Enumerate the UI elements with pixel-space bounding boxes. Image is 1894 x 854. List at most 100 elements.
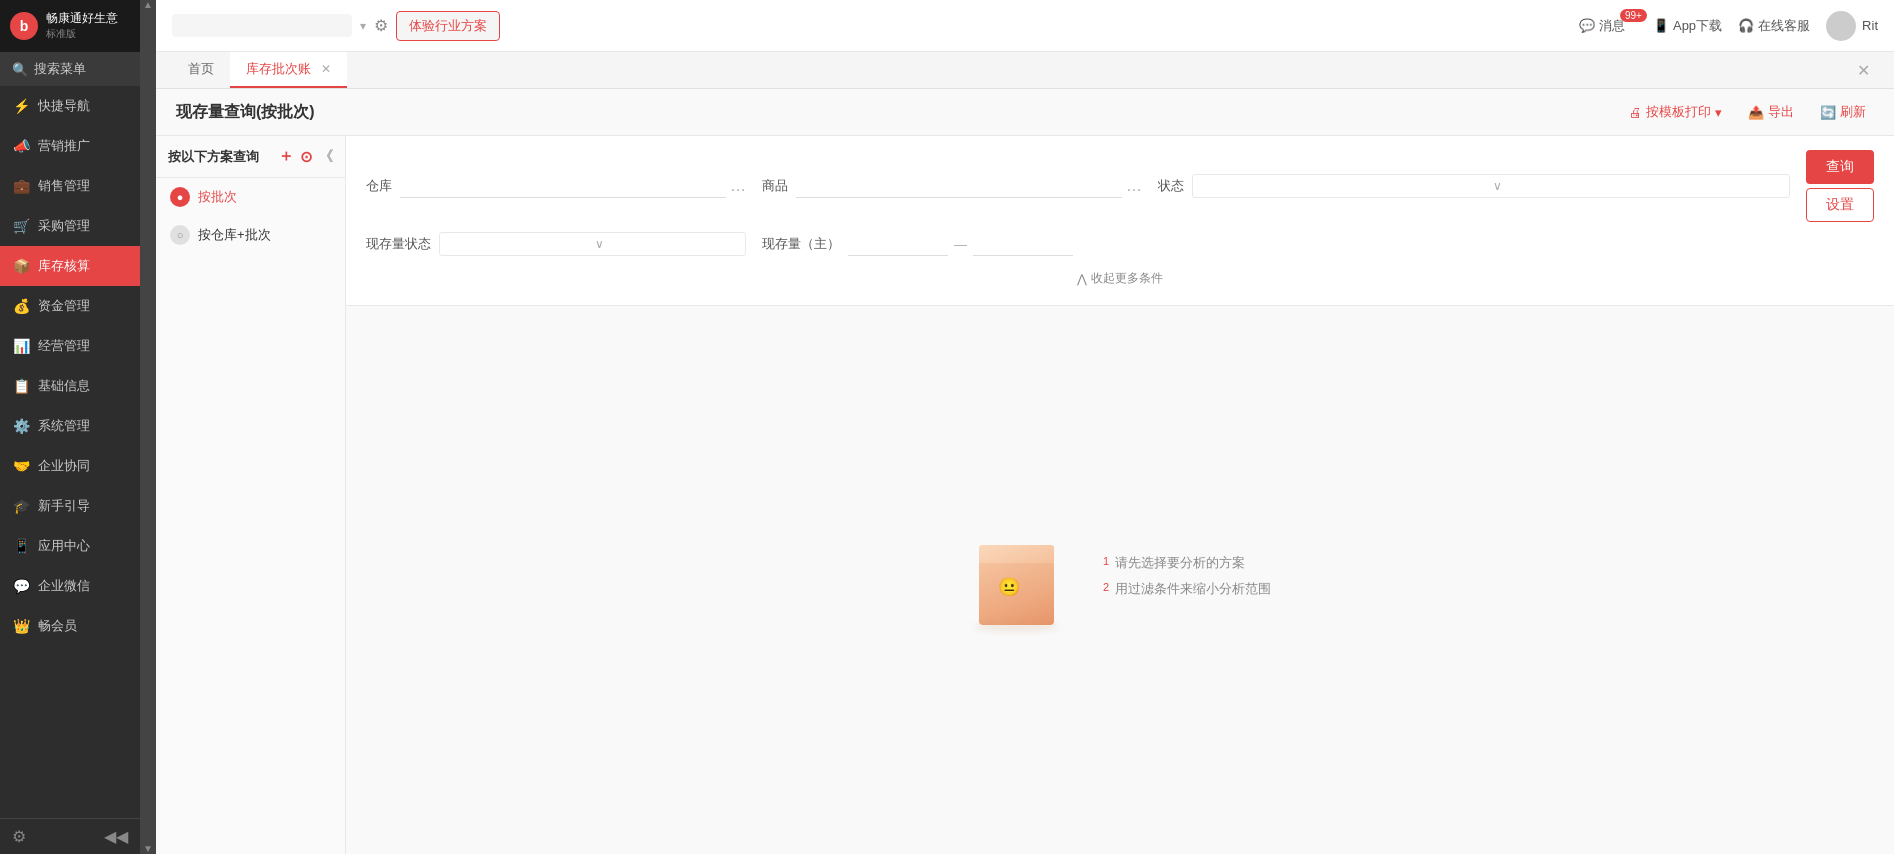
message-icon: 💬 [1579,18,1595,33]
topbar-search-box[interactable] [172,14,352,37]
solution-by-batch[interactable]: ● 按批次 [156,178,345,216]
messages-badge: 99+ [1620,9,1647,22]
newbie-icon: 🎓 [12,497,30,515]
app-download-label: App下载 [1673,17,1722,35]
scrollbar-up[interactable]: ▲ [143,0,153,10]
trial-button[interactable]: 体验行业方案 [396,11,500,41]
sidebar-item-member[interactable]: 👑 畅会员 [0,606,140,646]
solution-by-warehouse-batch-label: 按仓库+批次 [198,226,271,244]
collapse-sidebar-icon[interactable]: ◀◀ [104,827,128,846]
app-title: 畅康通好生意 [46,11,118,27]
app-logo: b [10,12,38,40]
filter-stock-main-group: 现存量（主） — [762,232,1142,256]
username-label: Rit [1862,18,1878,33]
product-filter-input[interactable] [796,174,1122,198]
main-content-wrapper: 现存量查询(按批次) 🖨 按模板打印 ▾ 📤 导出 🔄 刷新 [156,89,1894,854]
topbar-gear-icon[interactable]: ⚙ [374,16,388,35]
stock-main-from-input[interactable] [848,232,948,256]
sidebar-item-sales[interactable]: 💼 销售管理 [0,166,140,206]
sidebar-item-inventory-label: 库存核算 [38,257,90,275]
settings-button[interactable]: 设置 [1806,188,1874,222]
app-download-action[interactable]: 📱 App下载 [1653,17,1722,35]
warehouse-dots[interactable]: … [730,177,746,195]
sidebar-item-sales-label: 销售管理 [38,177,90,195]
sidebar-item-operations[interactable]: 📊 经营管理 [0,326,140,366]
tab-home-label: 首页 [188,60,214,78]
sidebar-footer: ⚙ ◀◀ [0,818,140,854]
topbar: ▾ ⚙ 体验行业方案 💬 消息 99+ 📱 App下载 🎧 在线客服 Rit [156,0,1894,52]
export-btn[interactable]: 📤 导出 [1740,99,1802,125]
solution-by-warehouse-batch[interactable]: ○ 按仓库+批次 [156,216,345,254]
sidebar-item-appstore[interactable]: 📱 应用中心 [0,526,140,566]
sidebar-item-wechat[interactable]: 💬 企业微信 [0,566,140,606]
sidebar-item-quick-nav[interactable]: ⚡ 快捷导航 [0,86,140,126]
sidebar-item-basic[interactable]: 📋 基础信息 [0,366,140,406]
tab-home[interactable]: 首页 [172,52,230,88]
operations-icon: 📊 [12,337,30,355]
user-profile-action[interactable]: Rit [1826,11,1878,41]
query-button[interactable]: 查询 [1806,150,1874,184]
print-dropdown-icon[interactable]: ▾ [1715,105,1722,120]
add-solution-icon[interactable]: ＋ [278,146,294,167]
sidebar-item-purchase[interactable]: 🛒 采购管理 [0,206,140,246]
stock-status-select[interactable]: ∨ [439,232,746,256]
sidebar-search[interactable]: 🔍 搜索菜单 [0,52,140,86]
status-filter-select[interactable]: ∨ [1192,174,1790,198]
topbar-left: ▾ ⚙ 体验行业方案 [172,11,1569,41]
sidebar-item-operations-label: 经营管理 [38,337,90,355]
basic-icon: 📋 [12,377,30,395]
online-service-label: 在线客服 [1758,17,1810,35]
sidebar-item-system[interactable]: ⚙️ 系统管理 [0,406,140,446]
settings-solution-icon[interactable]: ⊙ [300,148,313,166]
sidebar-scrollbar[interactable]: ▲ ▼ [140,0,156,854]
settings-footer-icon[interactable]: ⚙ [12,827,26,846]
export-icon: 📤 [1748,105,1764,120]
tab-inventory-batch[interactable]: 库存批次账 ✕ [230,52,347,88]
sidebar-search-label: 搜索菜单 [34,60,86,78]
sidebar-item-inventory[interactable]: 📦 库存核算 [0,246,140,286]
purchase-icon: 🛒 [12,217,30,235]
filter-warehouse-group: 仓库 … [366,174,746,198]
topbar-dropdown-icon[interactable]: ▾ [360,19,366,33]
collapse-label: 收起更多条件 [1091,270,1163,287]
empty-text: 1 请先选择要分析的方案 2 用过滤条件来缩小分析范围 [1103,554,1271,606]
empty-hint-2: 2 用过滤条件来缩小分析范围 [1103,580,1271,598]
online-service-action[interactable]: 🎧 在线客服 [1738,17,1810,35]
collapse-more-btn[interactable]: ⋀ 收起更多条件 [366,266,1874,291]
sidebar-item-purchase-label: 采购管理 [38,217,90,235]
collapse-left-panel-icon[interactable]: 《 [319,148,333,166]
filter-stock-status-group: 现存量状态 ∨ [366,232,746,256]
tab-close-icon[interactable]: ✕ [321,62,331,76]
sidebar-item-basic-label: 基础信息 [38,377,90,395]
warehouse-filter-input[interactable] [400,174,726,198]
refresh-btn[interactable]: 🔄 刷新 [1812,99,1874,125]
product-dots[interactable]: … [1126,177,1142,195]
hint2-num: 2 [1103,581,1109,593]
product-filter-label: 商品 [762,177,788,195]
stock-main-to-input[interactable] [973,232,1073,256]
warehouse-filter-label: 仓库 [366,177,392,195]
topbar-search-input[interactable] [182,18,302,33]
finance-icon: 💰 [12,297,30,315]
sales-icon: 💼 [12,177,30,195]
enterprise-icon: 🤝 [12,457,30,475]
sidebar-item-marketing[interactable]: 📣 营销推广 [0,126,140,166]
sidebar-item-newbie[interactable]: 🎓 新手引导 [0,486,140,526]
solution-by-warehouse-batch-icon: ○ [170,225,190,245]
solution-by-batch-label: 按批次 [198,188,237,206]
hint1-text: 请先选择要分析的方案 [1115,554,1245,572]
hint2-text: 用过滤条件来缩小分析范围 [1115,580,1271,598]
close-panel-right-icon[interactable]: ✕ [1849,61,1878,80]
messages-action[interactable]: 💬 消息 99+ [1579,17,1637,35]
status-select-arrow: ∨ [1493,179,1781,193]
left-panel-actions: ＋ ⊙ 《 [278,146,333,167]
scrollbar-down[interactable]: ▼ [143,844,153,854]
sidebar-item-enterprise[interactable]: 🤝 企业协同 [0,446,140,486]
right-panel: 仓库 … 商品 … 状态 [346,136,1894,854]
print-icon: 🖨 [1629,105,1642,120]
print-btn[interactable]: 🖨 按模板打印 ▾ [1621,99,1730,125]
solution-by-batch-icon: ● [170,187,190,207]
sidebar-item-finance[interactable]: 💰 资金管理 [0,286,140,326]
collapse-up-icon: ⋀ [1077,272,1087,286]
sidebar-item-member-label: 畅会员 [38,617,77,635]
